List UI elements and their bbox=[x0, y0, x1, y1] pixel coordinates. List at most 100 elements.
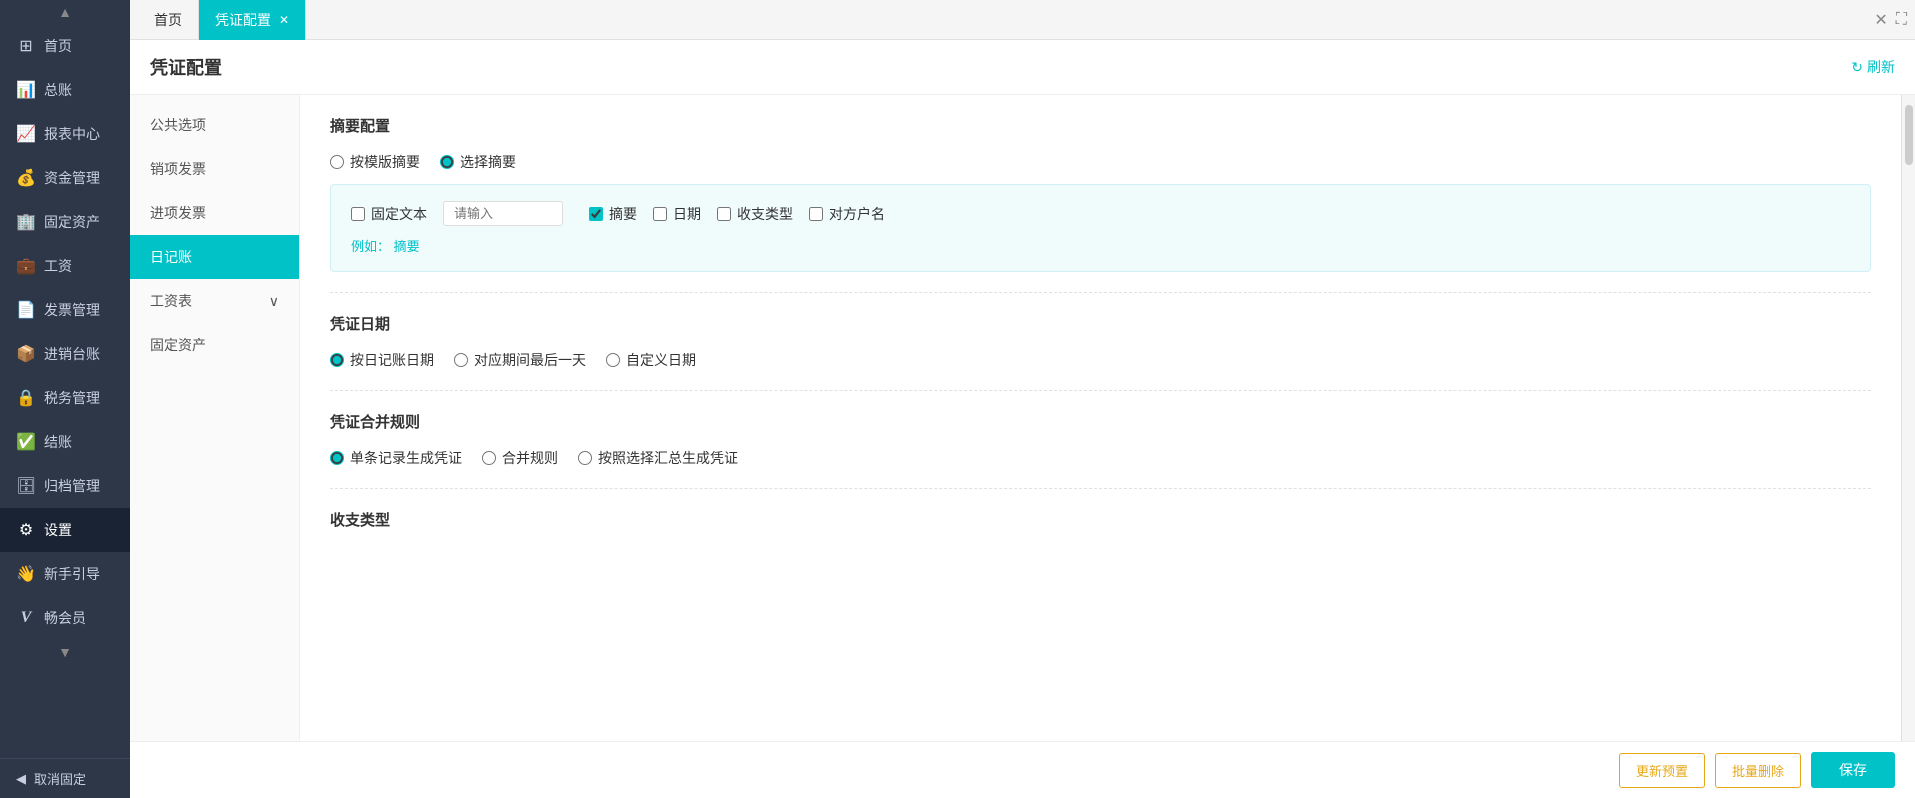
guide-icon: 👋 bbox=[16, 564, 36, 584]
checkbox-date-input[interactable] bbox=[653, 207, 667, 221]
summary-config-box: 固定文本 摘要 日期 收支类型 bbox=[330, 184, 1871, 272]
ledger-icon: 📊 bbox=[16, 80, 36, 100]
sidebar-item-home[interactable]: ⊞ 首页 bbox=[0, 24, 130, 68]
left-nav-purchase[interactable]: 进项发票 bbox=[130, 191, 299, 235]
bottom-action-bar: 更新预置 批量删除 保存 bbox=[130, 741, 1915, 798]
summary-mode-template-radio[interactable] bbox=[330, 155, 344, 169]
scrollbar-track[interactable] bbox=[1901, 95, 1915, 741]
left-nav-payroll[interactable]: 工资表 ∨ bbox=[130, 279, 299, 323]
salary-icon: 💼 bbox=[16, 256, 36, 276]
checkbox-fixed-text-input[interactable] bbox=[351, 207, 365, 221]
sidebar-item-vip[interactable]: V 畅会员 bbox=[0, 596, 130, 640]
tab-voucher-config-label: 凭证配置 bbox=[215, 10, 271, 30]
date-option-last-day[interactable]: 对应期间最后一天 bbox=[454, 350, 586, 370]
tab-bar: 首页 凭证配置 ✕ ✕ ⛶ bbox=[130, 0, 1915, 40]
save-button[interactable]: 保存 bbox=[1811, 752, 1895, 788]
merge-option-single-radio[interactable] bbox=[330, 451, 344, 465]
sidebar-item-tax[interactable]: 🔒 税务管理 bbox=[0, 376, 130, 420]
checkbox-income-type-input[interactable] bbox=[717, 207, 731, 221]
summary-mode-template[interactable]: 按模版摘要 bbox=[330, 152, 420, 172]
income-type-title: 收支类型 bbox=[330, 509, 1871, 530]
example-text: 例如： 摘要 bbox=[351, 236, 1850, 255]
page-header: 凭证配置 ↻ 刷新 bbox=[130, 40, 1915, 95]
merge-option-merge-radio[interactable] bbox=[482, 451, 496, 465]
archive-icon: 🗄 bbox=[16, 476, 36, 496]
summary-mode-select-radio[interactable] bbox=[440, 155, 454, 169]
tab-home[interactable]: 首页 bbox=[138, 0, 199, 40]
checkbox-fixed-text[interactable]: 固定文本 bbox=[351, 204, 427, 224]
home-icon: ⊞ bbox=[16, 36, 36, 56]
settings-icon: ⚙ bbox=[16, 520, 36, 540]
checkbox-counterpart-input[interactable] bbox=[809, 207, 823, 221]
sidebar-unpin-button[interactable]: ◀ 取消固定 bbox=[0, 758, 130, 798]
summary-section: 摘要配置 按模版摘要 选择摘要 固定文本 bbox=[330, 115, 1871, 293]
checkbox-summary-input[interactable] bbox=[589, 207, 603, 221]
sidebar-scroll-down[interactable]: ▼ bbox=[0, 640, 130, 664]
summary-mode-group: 按模版摘要 选择摘要 bbox=[330, 152, 1871, 172]
sidebar-item-settle[interactable]: ✅ 结账 bbox=[0, 420, 130, 464]
refresh-icon: ↻ bbox=[1851, 59, 1863, 76]
sidebar-item-asset[interactable]: 🏢 固定资产 bbox=[0, 200, 130, 244]
merge-option-single[interactable]: 单条记录生成凭证 bbox=[330, 448, 462, 468]
batch-delete-button[interactable]: 批量删除 bbox=[1715, 753, 1801, 788]
tab-home-label: 首页 bbox=[154, 10, 182, 30]
date-title: 凭证日期 bbox=[330, 313, 1871, 334]
left-nav-sales[interactable]: 销项发票 bbox=[130, 147, 299, 191]
date-section: 凭证日期 按日记账日期 对应期间最后一天 自定义日期 bbox=[330, 313, 1871, 391]
sidebar-item-guide[interactable]: 👋 新手引导 bbox=[0, 552, 130, 596]
checkbox-date[interactable]: 日期 bbox=[653, 204, 701, 224]
tab-voucher-config[interactable]: 凭证配置 ✕ bbox=[199, 0, 306, 40]
vip-icon: V bbox=[16, 609, 36, 627]
left-nav-public[interactable]: 公共选项 bbox=[130, 103, 299, 147]
summary-title: 摘要配置 bbox=[330, 115, 1871, 136]
date-options-group: 按日记账日期 对应期间最后一天 自定义日期 bbox=[330, 350, 1871, 370]
sidebar-item-trading[interactable]: 📦 进销台账 bbox=[0, 332, 130, 376]
sidebar-item-salary[interactable]: 💼 工资 bbox=[0, 244, 130, 288]
tab-close-icon[interactable]: ✕ bbox=[279, 13, 289, 27]
date-option-last-day-radio[interactable] bbox=[454, 353, 468, 367]
merge-section: 凭证合并规则 单条记录生成凭证 合并规则 按照选择汇总生成凭证 bbox=[330, 411, 1871, 489]
tab-right-icons: ✕ ⛶ bbox=[1874, 10, 1915, 30]
sidebar-item-settings[interactable]: ⚙ 设置 bbox=[0, 508, 130, 552]
scrollbar-thumb[interactable] bbox=[1905, 105, 1913, 165]
summary-mode-select[interactable]: 选择摘要 bbox=[440, 152, 516, 172]
settle-icon: ✅ bbox=[16, 432, 36, 452]
trading-icon: 📦 bbox=[16, 344, 36, 364]
pin-icon: ◀ bbox=[16, 771, 26, 787]
checkbox-income-type[interactable]: 收支类型 bbox=[717, 204, 793, 224]
sidebar-item-report[interactable]: 📈 报表中心 bbox=[0, 112, 130, 156]
summary-checkbox-row: 固定文本 摘要 日期 收支类型 bbox=[351, 201, 1850, 226]
left-nav-journal[interactable]: 日记账 bbox=[130, 235, 299, 279]
left-nav: 公共选项 销项发票 进项发票 日记账 工资表 ∨ 固定资产 bbox=[130, 95, 300, 741]
sidebar-item-invoice[interactable]: 📄 发票管理 bbox=[0, 288, 130, 332]
date-option-custom[interactable]: 自定义日期 bbox=[606, 350, 696, 370]
maximize-icon[interactable]: ⛶ bbox=[1896, 11, 1907, 29]
close-window-icon[interactable]: ✕ bbox=[1874, 10, 1887, 30]
left-nav-fixed-asset[interactable]: 固定资产 bbox=[130, 323, 299, 367]
asset-icon: 🏢 bbox=[16, 212, 36, 232]
merge-title: 凭证合并规则 bbox=[330, 411, 1871, 432]
refresh-button[interactable]: ↻ 刷新 bbox=[1851, 57, 1895, 77]
date-option-journal[interactable]: 按日记账日期 bbox=[330, 350, 434, 370]
income-type-section: 收支类型 bbox=[330, 509, 1871, 566]
sidebar-scroll-up[interactable]: ▲ bbox=[0, 0, 130, 24]
invoice-icon: 📄 bbox=[16, 300, 36, 320]
sidebar: ▲ ⊞ 首页 📊 总账 📈 报表中心 💰 资金管理 🏢 固定资产 💼 工资 📄 … bbox=[0, 0, 130, 798]
merge-option-merge[interactable]: 合并规则 bbox=[482, 448, 558, 468]
sidebar-item-archive[interactable]: 🗄 归档管理 bbox=[0, 464, 130, 508]
fixed-text-input[interactable] bbox=[443, 201, 563, 226]
main-content: 首页 凭证配置 ✕ ✕ ⛶ 凭证配置 ↻ 刷新 公共选项 销项发票 进项 bbox=[130, 0, 1915, 798]
date-option-custom-radio[interactable] bbox=[606, 353, 620, 367]
checkbox-counterpart[interactable]: 对方户名 bbox=[809, 204, 885, 224]
date-option-journal-radio[interactable] bbox=[330, 353, 344, 367]
page-title: 凭证配置 bbox=[150, 54, 222, 80]
sidebar-item-fund[interactable]: 💰 资金管理 bbox=[0, 156, 130, 200]
update-preset-button[interactable]: 更新预置 bbox=[1619, 753, 1705, 788]
merge-option-select-merge-radio[interactable] bbox=[578, 451, 592, 465]
expand-icon: ∨ bbox=[269, 293, 279, 310]
sidebar-item-ledger[interactable]: 📊 总账 bbox=[0, 68, 130, 112]
checkbox-summary[interactable]: 摘要 bbox=[589, 204, 637, 224]
inner-layout: 公共选项 销项发票 进项发票 日记账 工资表 ∨ 固定资产 摘要配置 bbox=[130, 95, 1915, 741]
fund-icon: 💰 bbox=[16, 168, 36, 188]
merge-option-select-merge[interactable]: 按照选择汇总生成凭证 bbox=[578, 448, 738, 468]
